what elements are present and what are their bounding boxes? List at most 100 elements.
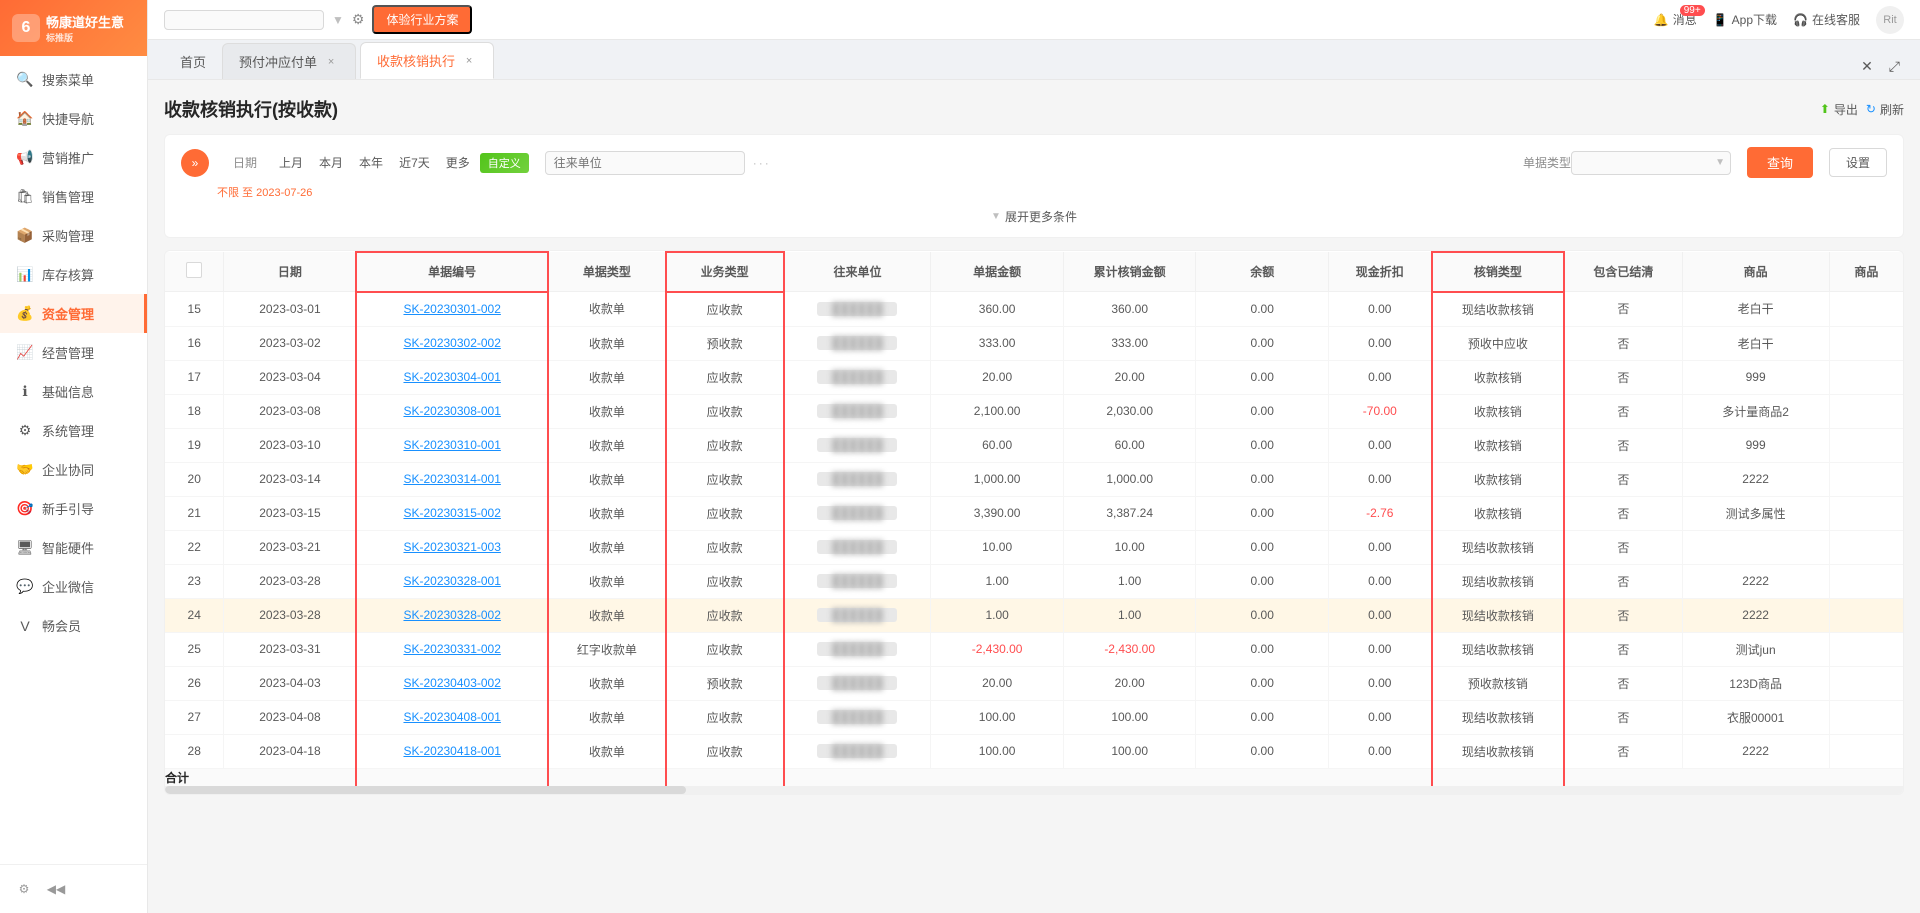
td-acc-amount: 100.00 bbox=[1063, 734, 1196, 768]
unit-input[interactable] bbox=[545, 151, 745, 175]
sn-link[interactable]: SK-20230328-001 bbox=[403, 574, 500, 588]
sidebar-item-guide[interactable]: 🎯新手引导 bbox=[0, 489, 147, 528]
td-bill-type: 收款单 bbox=[548, 598, 666, 632]
unit-value: ██████ bbox=[817, 404, 897, 418]
date-label: 日期 bbox=[233, 154, 257, 171]
td-discount: 0.00 bbox=[1329, 292, 1432, 327]
online-service-btn[interactable]: 🎧 在线客服 bbox=[1793, 11, 1860, 28]
sidebar-item-marketing[interactable]: 📢营销推广 bbox=[0, 138, 147, 177]
sn-link[interactable]: SK-20230328-002 bbox=[403, 608, 500, 622]
sidebar-toggle-btn[interactable]: » bbox=[181, 149, 209, 177]
td-included: 否 bbox=[1564, 462, 1682, 496]
industry-btn[interactable]: 体验行业方案 bbox=[372, 5, 472, 34]
collapse-icon[interactable]: ◀◀ bbox=[44, 877, 68, 901]
sn-link[interactable]: SK-20230308-001 bbox=[403, 404, 500, 418]
sidebar-item-sales[interactable]: 🛍销售管理 bbox=[0, 177, 147, 216]
td-goods1: 测试jun bbox=[1682, 632, 1829, 666]
sidebar-item-search[interactable]: 🔍搜索菜单 bbox=[0, 60, 147, 99]
setting-btn[interactable]: 设置 bbox=[1829, 148, 1887, 177]
sidebar-nav: 🔍搜索菜单🏠快捷导航📢营销推广🛍销售管理📦采购管理📊库存核算💰资金管理📈经营管理… bbox=[0, 56, 147, 864]
unit-more-icon[interactable]: ··· bbox=[753, 156, 771, 170]
td-included: 否 bbox=[1564, 326, 1682, 360]
expand-btn[interactable]: ▼ 展开更多条件 bbox=[991, 208, 1077, 225]
query-btn[interactable]: 查询 bbox=[1747, 147, 1813, 178]
sidebar-item-finance[interactable]: 💰资金管理 bbox=[0, 294, 147, 333]
td-biz-type: 应收款 bbox=[666, 496, 784, 530]
sidebar-item-system[interactable]: ⚙系统管理 bbox=[0, 411, 147, 450]
td-goods1: 老白干 bbox=[1682, 292, 1829, 327]
search-input[interactable] bbox=[164, 10, 324, 30]
th-date: 日期 bbox=[224, 252, 357, 292]
sn-link[interactable]: SK-20230310-001 bbox=[403, 438, 500, 452]
messages-btn[interactable]: 🔔 消息 99+ bbox=[1654, 11, 1697, 28]
sn-link[interactable]: SK-20230301-002 bbox=[403, 302, 500, 316]
page-title: 收款核销执行(按收款) bbox=[164, 96, 338, 122]
date-more[interactable]: 更多 bbox=[440, 152, 476, 173]
td-goods1: 衣服00001 bbox=[1682, 700, 1829, 734]
gear-icon[interactable]: ⚙ bbox=[352, 11, 365, 28]
sidebar-item-inventory[interactable]: 📊库存核算 bbox=[0, 255, 147, 294]
table-scrollbar[interactable] bbox=[165, 786, 1903, 794]
fullscreen-btn[interactable]: ⤢ bbox=[1885, 54, 1904, 79]
tab-close-payment[interactable]: × bbox=[461, 53, 477, 69]
tab-close-prepay[interactable]: × bbox=[323, 54, 339, 70]
sidebar-item-purchase[interactable]: 📦采购管理 bbox=[0, 216, 147, 255]
sn-link[interactable]: SK-20230331-002 bbox=[403, 642, 500, 656]
select-all-checkbox[interactable] bbox=[186, 262, 202, 278]
settings-icon[interactable]: ⚙ bbox=[12, 877, 36, 901]
tab-payment[interactable]: 收款核销执行 × bbox=[360, 42, 494, 79]
td-amount: 1,000.00 bbox=[931, 462, 1064, 496]
sn-link[interactable]: SK-20230304-001 bbox=[403, 370, 500, 384]
date-this-month[interactable]: 本月 bbox=[313, 152, 349, 173]
tab-prepay[interactable]: 预付冲应付单 × bbox=[222, 43, 356, 79]
operation-icon: 📈 bbox=[16, 344, 34, 362]
refresh-btn[interactable]: ↻ 刷新 bbox=[1866, 101, 1904, 118]
sn-link[interactable]: SK-20230315-002 bbox=[403, 506, 500, 520]
sidebar-item-operation[interactable]: 📈经营管理 bbox=[0, 333, 147, 372]
sn-link[interactable]: SK-20230321-003 bbox=[403, 540, 500, 554]
td-balance: 0.00 bbox=[1196, 326, 1329, 360]
sidebar-item-cooperation[interactable]: 🤝企业协同 bbox=[0, 450, 147, 489]
bill-type-select[interactable] bbox=[1571, 151, 1731, 175]
table-row: 22 2023-03-21 SK-20230321-003 收款单 应收款 ██… bbox=[165, 530, 1903, 564]
table-row: 21 2023-03-15 SK-20230315-002 收款单 应收款 ██… bbox=[165, 496, 1903, 530]
footer-included bbox=[1564, 768, 1682, 786]
th-xs-type: 核销类型 bbox=[1432, 252, 1565, 292]
td-num: 26 bbox=[165, 666, 224, 700]
td-amount: 2,100.00 bbox=[931, 394, 1064, 428]
td-acc-amount: 1,000.00 bbox=[1063, 462, 1196, 496]
export-btn[interactable]: ⬆ 导出 bbox=[1820, 101, 1858, 118]
sn-link[interactable]: SK-20230408-001 bbox=[403, 710, 500, 724]
sidebar-label-inventory: 库存核算 bbox=[42, 265, 94, 284]
date-this-year[interactable]: 本年 bbox=[353, 152, 389, 173]
table-row: 16 2023-03-02 SK-20230302-002 收款单 预收款 ██… bbox=[165, 326, 1903, 360]
td-biz-type: 预收款 bbox=[666, 326, 784, 360]
sn-link[interactable]: SK-20230403-002 bbox=[403, 676, 500, 690]
date-custom-btn[interactable]: 自定义 bbox=[480, 153, 529, 173]
close-tab-btn[interactable]: ✕ bbox=[1857, 54, 1877, 79]
tab-home[interactable]: 首页 bbox=[164, 44, 222, 79]
sidebar-item-member[interactable]: V畅会员 bbox=[0, 606, 147, 645]
member-icon: V bbox=[16, 617, 34, 635]
sidebar-item-wechat[interactable]: 💬企业微信 bbox=[0, 567, 147, 606]
sidebar-label-search: 搜索菜单 bbox=[42, 70, 94, 89]
td-bill-type: 收款单 bbox=[548, 360, 666, 394]
td-bill-type: 收款单 bbox=[548, 428, 666, 462]
td-xs-type: 现结收款核销 bbox=[1432, 734, 1565, 768]
sn-link[interactable]: SK-20230418-001 bbox=[403, 744, 500, 758]
app-download-btn[interactable]: 📱 App下载 bbox=[1713, 11, 1777, 28]
user-avatar[interactable]: Rit bbox=[1876, 6, 1904, 34]
td-amount: 3,390.00 bbox=[931, 496, 1064, 530]
date-last-month[interactable]: 上月 bbox=[273, 152, 309, 173]
td-date: 2023-03-15 bbox=[224, 496, 357, 530]
td-included: 否 bbox=[1564, 394, 1682, 428]
sn-link[interactable]: SK-20230302-002 bbox=[403, 336, 500, 350]
sn-link[interactable]: SK-20230314-001 bbox=[403, 472, 500, 486]
footer-balance bbox=[1196, 768, 1329, 786]
sidebar-item-shortcut[interactable]: 🏠快捷导航 bbox=[0, 99, 147, 138]
td-included: 否 bbox=[1564, 292, 1682, 327]
sidebar-item-basic[interactable]: ℹ基础信息 bbox=[0, 372, 147, 411]
td-acc-amount: 2,030.00 bbox=[1063, 394, 1196, 428]
date-7days[interactable]: 近7天 bbox=[393, 152, 436, 173]
sidebar-item-hardware[interactable]: 🖥智能硬件 bbox=[0, 528, 147, 567]
